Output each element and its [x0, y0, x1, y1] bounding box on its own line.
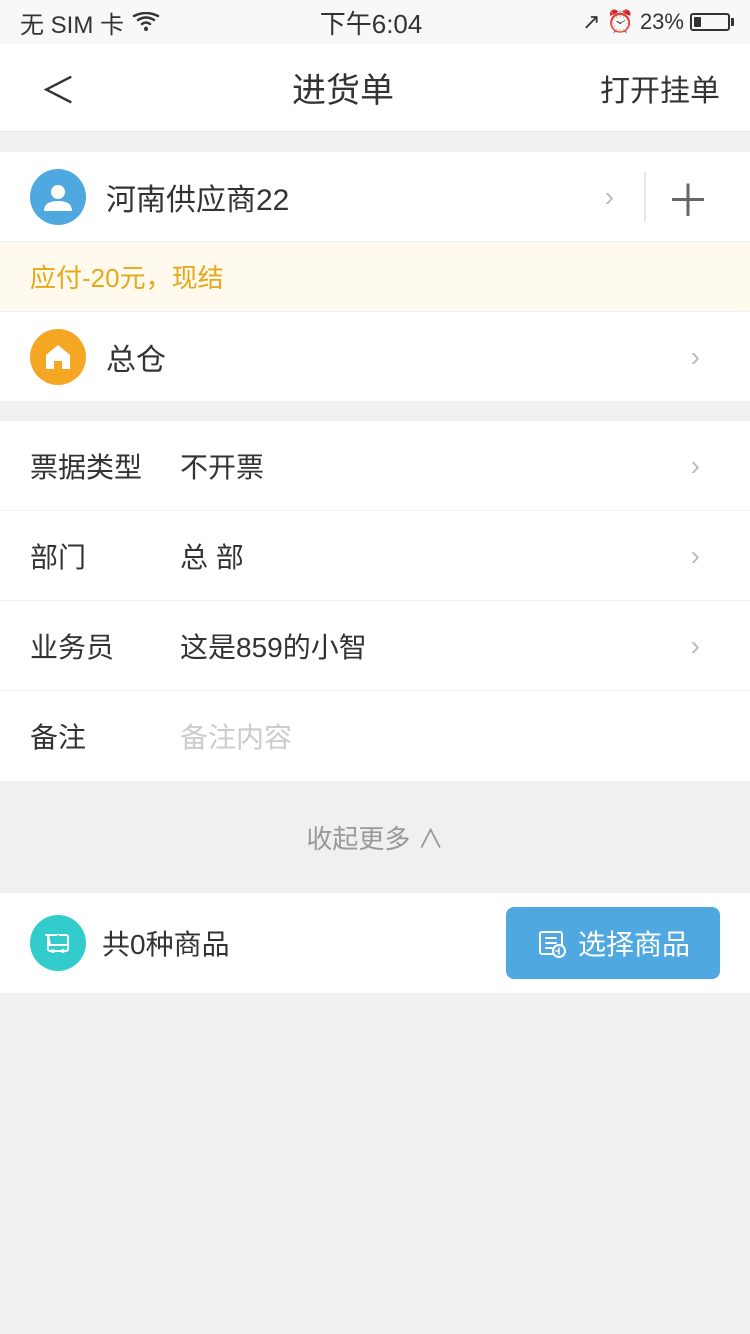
salesman-chevron-icon: › [691, 630, 700, 662]
supplier-name: 河南供应商22 [106, 175, 605, 219]
remark-row[interactable]: 备注 备注内容 [0, 691, 750, 781]
location-icon: ↗ [582, 9, 600, 35]
invoice-type-row[interactable]: 票据类型 不开票 › [0, 421, 750, 511]
warehouse-chevron-icon: › [691, 341, 700, 373]
status-time: 下午6:04 [320, 4, 423, 41]
salesman-label: 业务员 [30, 626, 170, 666]
supplier-row[interactable]: 河南供应商22 › ＋ [0, 152, 750, 242]
select-product-icon [536, 928, 566, 958]
invoice-type-label: 票据类型 [30, 446, 170, 486]
product-count-area: 共0种商品 [30, 915, 230, 971]
department-row[interactable]: 部门 总 部 › [0, 511, 750, 601]
invoice-type-value: 不开票 [180, 446, 691, 486]
collapse-button[interactable]: 收起更多 ∧ [0, 801, 750, 873]
collapse-label: 收起更多 ∧ [306, 819, 443, 856]
warehouse-name: 总仓 [106, 335, 691, 379]
salesman-row[interactable]: 业务员 这是859的小智 › [0, 601, 750, 691]
alarm-icon: ⏰ [607, 9, 634, 35]
remark-input[interactable]: 备注内容 [180, 716, 720, 756]
nav-bar: ＜ 进货单 打开挂单 [0, 44, 750, 132]
open-pending-button[interactable]: 打开挂单 [600, 66, 720, 110]
wifi-icon [132, 12, 160, 32]
add-supplier-button[interactable]: ＋ [656, 165, 720, 229]
invoice-type-chevron-icon: › [691, 450, 700, 482]
department-value: 总 部 [180, 536, 691, 576]
person-icon [40, 179, 76, 215]
select-product-button[interactable]: 选择商品 [506, 907, 720, 979]
warehouse-icon [30, 329, 86, 385]
department-label: 部门 [30, 536, 170, 576]
product-count-text: 共0种商品 [102, 923, 230, 963]
house-icon [42, 341, 74, 373]
department-chevron-icon: › [691, 540, 700, 572]
form-section: 票据类型 不开票 › 部门 总 部 › 业务员 这是859的小智 › 备注 备注… [0, 421, 750, 781]
section-gap-1 [0, 132, 750, 152]
page-background [0, 993, 750, 1293]
supplier-notice: 应付-20元，现结 [0, 242, 750, 311]
supplier-avatar [30, 169, 86, 225]
page-title: 进货单 [292, 63, 394, 112]
remark-label: 备注 [30, 716, 170, 756]
supplier-section: 河南供应商22 › ＋ 应付-20元，现结 总仓 › [0, 152, 750, 401]
bottom-bar: 共0种商品 选择商品 [0, 893, 750, 993]
status-bar: 无 SIM 卡 下午6:04 ↗ ⏰ 23% [0, 0, 750, 44]
cart-icon [42, 927, 74, 959]
back-button[interactable]: ＜ [30, 52, 86, 124]
status-indicators: ↗ ⏰ 23% [582, 9, 730, 35]
supplier-chevron-icon: › [605, 181, 614, 213]
select-product-label: 选择商品 [578, 923, 690, 963]
carrier-text: 无 SIM 卡 [20, 5, 124, 40]
battery-percent: 23% [640, 9, 684, 35]
battery-icon [690, 13, 730, 31]
product-icon [30, 915, 86, 971]
supplier-divider [644, 172, 646, 222]
status-carrier: 无 SIM 卡 [20, 5, 160, 40]
warehouse-row[interactable]: 总仓 › [0, 311, 750, 401]
salesman-value: 这是859的小智 [180, 626, 691, 666]
